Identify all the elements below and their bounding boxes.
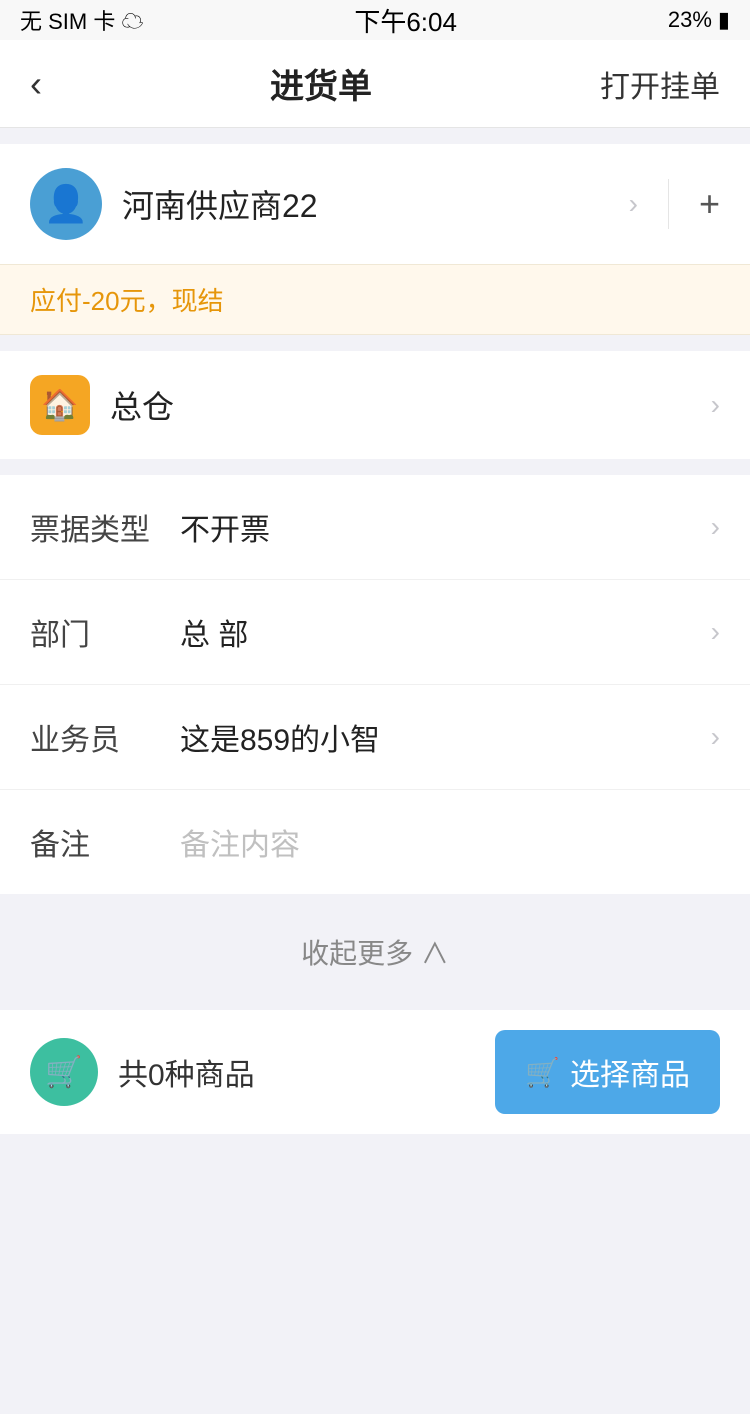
select-product-button[interactable]: 🛒 选择商品 (495, 1030, 720, 1114)
invoice-type-chevron-icon: › (711, 511, 720, 543)
department-label: 部门 (30, 610, 170, 654)
spacer-before-bottom (0, 994, 750, 1010)
open-pending-button[interactable]: 打开挂单 (600, 62, 720, 106)
supplier-actions: › + (629, 179, 720, 229)
top-spacer (0, 128, 750, 144)
remark-label: 备注 (30, 820, 170, 864)
vertical-divider (668, 179, 669, 229)
content-area: 👤 河南供应商22 › + 应付-20元，现结 🏠 总仓 › 票据类型 不开票 … (0, 128, 750, 1414)
salesperson-chevron-icon: › (711, 721, 720, 753)
nav-bar: ‹ 进货单 打开挂单 (0, 40, 750, 128)
page-title: 进货单 (270, 59, 372, 108)
bottom-bar: 🛒 共0种商品 🛒 选择商品 (0, 1010, 750, 1134)
product-icon: 🛒 (30, 1038, 98, 1106)
page-bottom (0, 1134, 750, 1414)
select-product-icon: 🛒 (525, 1056, 560, 1089)
product-count: 共0种商品 (118, 1050, 475, 1094)
salesperson-value: 这是859的小智 (180, 715, 711, 759)
supplier-row[interactable]: 👤 河南供应商22 › + (0, 144, 750, 264)
supplier-avatar: 👤 (30, 168, 102, 240)
add-supplier-button[interactable]: + (699, 183, 720, 225)
battery-text: 23% (668, 7, 712, 33)
department-value: 总 部 (180, 610, 711, 654)
supplier-card: 👤 河南供应商22 › + 应付-20元，现结 (0, 144, 750, 335)
battery-icon: ▮ (718, 7, 730, 33)
warehouse-row[interactable]: 🏠 总仓 › (0, 351, 750, 459)
collapse-text: 收起更多 ∧ (301, 932, 449, 972)
status-left: 无 SIM 卡 ☁ (20, 4, 143, 36)
warehouse-name: 总仓 (110, 382, 711, 428)
select-product-label: 选择商品 (570, 1050, 690, 1094)
form-card: 票据类型 不开票 › 部门 总 部 › 业务员 这是859的小智 › 备注 备注… (0, 475, 750, 894)
department-row[interactable]: 部门 总 部 › (0, 580, 750, 685)
invoice-type-label: 票据类型 (30, 505, 170, 549)
remark-row[interactable]: 备注 备注内容 (0, 790, 750, 894)
invoice-type-value: 不开票 (180, 505, 711, 549)
salesperson-label: 业务员 (30, 715, 170, 759)
house-icon: 🏠 (41, 388, 78, 423)
warehouse-card[interactable]: 🏠 总仓 › (0, 351, 750, 459)
supplier-name: 河南供应商22 (122, 181, 629, 227)
signal-text: 无 SIM 卡 ☁ (20, 4, 143, 36)
avatar-icon: 👤 (44, 183, 89, 225)
back-button[interactable]: ‹ (30, 63, 42, 105)
status-time: 下午6:04 (354, 2, 457, 39)
cart-icon: 🛒 (45, 1055, 82, 1090)
salesperson-row[interactable]: 业务员 这是859的小智 › (0, 685, 750, 790)
warehouse-icon: 🏠 (30, 375, 90, 435)
notice-bar: 应付-20元，现结 (0, 264, 750, 335)
supplier-chevron-icon: › (629, 188, 638, 220)
department-chevron-icon: › (711, 616, 720, 648)
remark-input[interactable]: 备注内容 (180, 820, 720, 864)
collapse-row[interactable]: 收起更多 ∧ (0, 910, 750, 994)
status-right: 23% ▮ (668, 7, 730, 33)
warehouse-chevron-icon: › (711, 389, 720, 421)
invoice-type-row[interactable]: 票据类型 不开票 › (0, 475, 750, 580)
status-bar: 无 SIM 卡 ☁ 下午6:04 23% ▮ (0, 0, 750, 40)
